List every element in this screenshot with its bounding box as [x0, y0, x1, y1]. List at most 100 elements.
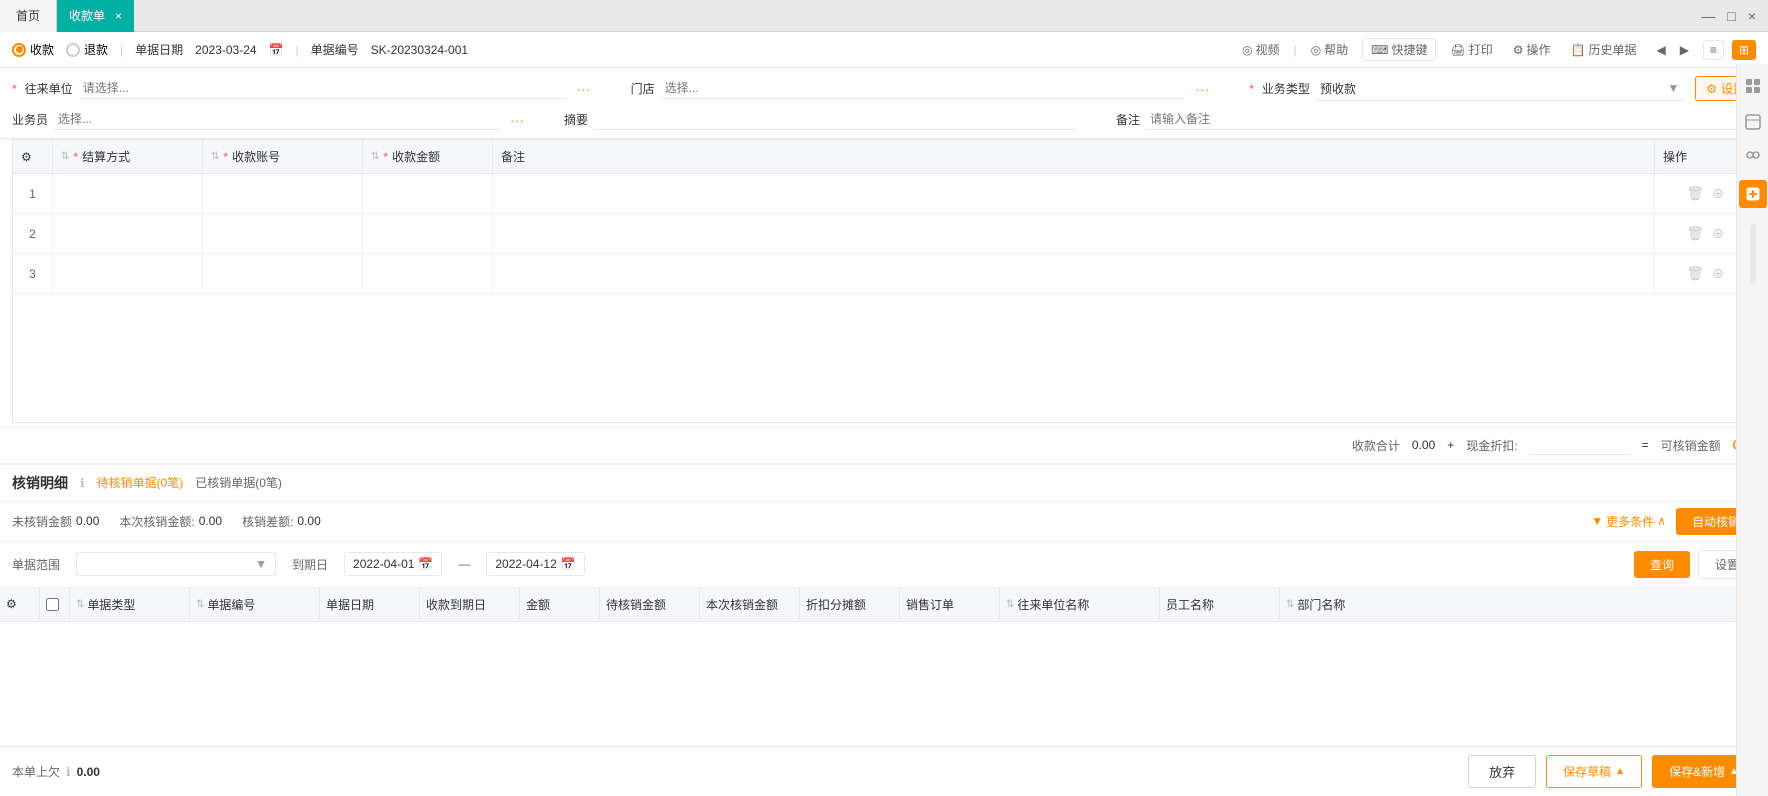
- salesperson-label: 业务员: [12, 111, 48, 128]
- nav-right-btn[interactable]: ▶: [1674, 41, 1695, 59]
- store-input[interactable]: [661, 78, 1186, 99]
- bth-current-amount-label: 本次核销金额: [706, 596, 778, 613]
- row-num-2: 2: [13, 214, 53, 253]
- unverified-value: 0.00: [76, 514, 99, 528]
- row2-amount[interactable]: [363, 214, 493, 253]
- col-remark-label: 备注: [501, 148, 525, 165]
- row3-delete-icon[interactable]: 🗑: [1686, 265, 1704, 282]
- window-maximize[interactable]: □: [1727, 8, 1735, 24]
- remark-label: 备注: [1116, 111, 1140, 128]
- th-gear[interactable]: ⚙: [13, 140, 53, 173]
- window-minimize[interactable]: —: [1701, 8, 1715, 24]
- counterpart-input[interactable]: [79, 78, 567, 99]
- discard-button[interactable]: 放弃: [1468, 755, 1536, 788]
- counterpart-more-btn[interactable]: ···: [577, 81, 591, 97]
- row1-amount[interactable]: [363, 174, 493, 213]
- scrollbar[interactable]: [1750, 224, 1756, 284]
- gear-icon: ⚙: [1706, 82, 1717, 96]
- bth-pending-amount-label: 待核销金额: [606, 596, 666, 613]
- layout-list-btn[interactable]: ≡: [1703, 40, 1724, 60]
- summary-label: 摘要: [564, 111, 588, 128]
- operate-btn[interactable]: ⚙ 操作: [1507, 39, 1557, 60]
- store-more-btn[interactable]: ···: [1195, 81, 1209, 97]
- pending-tab[interactable]: 待核销单据(0笔): [97, 474, 184, 491]
- more-conditions-label: 更多条件: [1606, 513, 1654, 530]
- shortcut-btn[interactable]: ⌨ 快捷键: [1362, 38, 1436, 61]
- tab-receipt[interactable]: 收款单 ×: [57, 0, 134, 32]
- row2-account[interactable]: [203, 214, 363, 253]
- tab-close-icon[interactable]: ×: [115, 9, 122, 23]
- salesperson-input[interactable]: [54, 109, 500, 130]
- bth-number: ⇅ 单据编号: [190, 588, 320, 621]
- business-type-value: 预收款: [1320, 80, 1356, 97]
- operate-icon: ⚙: [1513, 43, 1524, 57]
- salesperson-more-btn[interactable]: ···: [510, 112, 524, 128]
- calendar-icon[interactable]: 📅: [269, 43, 284, 57]
- window-close[interactable]: ×: [1748, 8, 1756, 24]
- row2-delete-icon[interactable]: 🗑: [1686, 225, 1704, 242]
- row3-copy-icon[interactable]: ⊕: [1712, 265, 1724, 282]
- sidebar-icon-3[interactable]: [1739, 144, 1767, 172]
- video-label: 视频: [1255, 41, 1279, 58]
- summary-input[interactable]: [594, 109, 1076, 130]
- salesperson-field: 业务员 ···: [12, 109, 524, 130]
- business-type-select[interactable]: 预收款 ▼: [1316, 77, 1683, 101]
- completed-tab[interactable]: 已核销单据(0笔): [195, 474, 282, 491]
- date-value[interactable]: 2023-03-24: [195, 43, 256, 57]
- print-btn[interactable]: 🖨 打印: [1444, 39, 1498, 60]
- number-value[interactable]: SK-20230324-001: [371, 43, 468, 57]
- remark-input[interactable]: [1146, 109, 1756, 130]
- layout-grid-btn[interactable]: ⊞: [1732, 40, 1756, 60]
- query-btn[interactable]: 查询: [1634, 551, 1690, 578]
- select-all-checkbox[interactable]: [46, 598, 59, 611]
- row1-delete-icon[interactable]: 🗑: [1686, 185, 1704, 202]
- radio-receipt[interactable]: 收款: [12, 41, 54, 58]
- tab-home[interactable]: 首页: [0, 0, 57, 32]
- diff-stat: 核销差额: 0.00: [242, 513, 321, 530]
- bth-gear[interactable]: ⚙: [0, 588, 40, 621]
- save-draft-button[interactable]: 保存草稿 ▲: [1546, 755, 1642, 788]
- row2-remark[interactable]: [493, 214, 1655, 253]
- current-stat: 本次核销金额: 0.00: [119, 513, 222, 530]
- row3-settlement[interactable]: [53, 254, 203, 293]
- radio-refund[interactable]: 退款: [66, 41, 108, 58]
- row2-settlement[interactable]: [53, 214, 203, 253]
- date-from-input[interactable]: 2022-04-01 📅: [344, 552, 442, 576]
- range-select[interactable]: ▼: [76, 552, 276, 576]
- sidebar-icon-2[interactable]: [1739, 108, 1767, 136]
- number-label: 单据编号: [311, 41, 359, 58]
- row1-copy-icon[interactable]: ⊕: [1712, 185, 1724, 202]
- footer-info-icon[interactable]: ℹ: [66, 765, 71, 779]
- sidebar-icon-4[interactable]: [1739, 180, 1767, 208]
- history-btn[interactable]: 📋 历史单据: [1564, 39, 1642, 60]
- more-filter-btn[interactable]: ▼ 更多条件 ∧: [1591, 513, 1666, 530]
- shortcut-label: 快捷键: [1391, 41, 1427, 58]
- row3-remark[interactable]: [493, 254, 1655, 293]
- footer-right: 放弃 保存草稿 ▲ 保存&新增 ▲: [1468, 755, 1756, 788]
- info-icon[interactable]: ℹ: [80, 476, 85, 490]
- row2-copy-icon[interactable]: ⊕: [1712, 225, 1724, 242]
- business-type-label: 业务类型: [1262, 80, 1310, 97]
- row1-remark[interactable]: [493, 174, 1655, 213]
- unverified-stat: 未核销金额 0.00: [12, 513, 99, 530]
- nav-left-btn[interactable]: ◀: [1650, 41, 1671, 59]
- total-label: 收款合计: [1352, 437, 1400, 454]
- filter-row: 单据范围 ▼ 到期日 2022-04-01 📅 — 2022-04-12 📅 查…: [0, 542, 1768, 588]
- date-to-input[interactable]: 2022-04-12 📅: [486, 552, 584, 576]
- store-field: 门店 ···: [631, 78, 1210, 99]
- bth-number-label: 单据编号: [207, 596, 255, 613]
- diff-value: 0.00: [297, 514, 320, 528]
- row1-settlement[interactable]: [53, 174, 203, 213]
- toolbar-right: ◎ 视频 | ◎ 帮助 ⌨ 快捷键 🖨 打印 ⚙ 操作 📋 历史单据: [1236, 38, 1756, 61]
- question-icon: ◎: [1311, 43, 1321, 57]
- bth-sales-order: 销售订单: [900, 588, 1000, 621]
- row3-amount[interactable]: [363, 254, 493, 293]
- video-btn[interactable]: ◎ 视频: [1236, 39, 1286, 60]
- diff-label: 核销差额:: [242, 513, 293, 530]
- bth-checkbox[interactable]: [40, 588, 70, 621]
- row1-account[interactable]: [203, 174, 363, 213]
- help-btn[interactable]: ◎ 帮助: [1305, 39, 1355, 60]
- row3-account[interactable]: [203, 254, 363, 293]
- sidebar-icon-1[interactable]: [1739, 72, 1767, 100]
- discount-input[interactable]: [1530, 436, 1630, 455]
